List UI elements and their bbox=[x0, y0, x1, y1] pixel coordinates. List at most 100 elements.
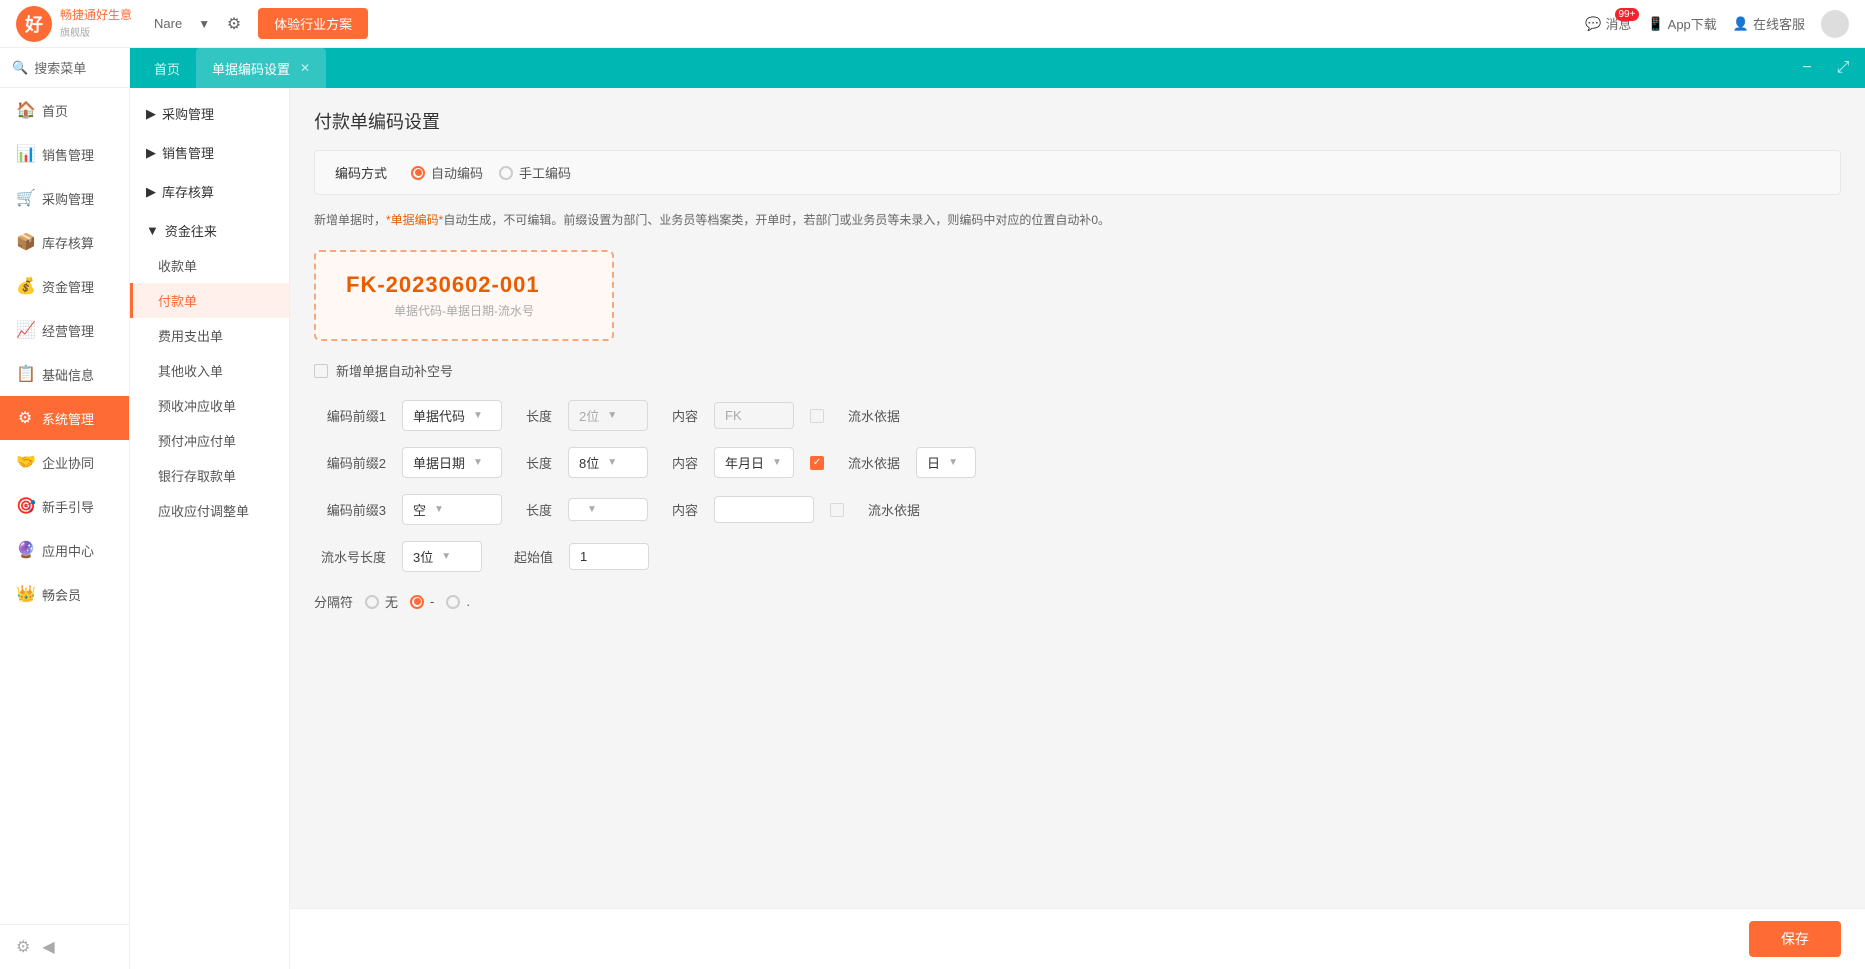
auto-fill-row: 新增单据自动补空号 bbox=[314, 361, 1841, 380]
guide-icon: 🎯 bbox=[16, 496, 34, 516]
online-service-button[interactable]: 👤 在线客服 bbox=[1733, 14, 1805, 33]
tab-expand-icon[interactable]: ⤢ bbox=[1829, 54, 1857, 82]
trial-button[interactable]: 体验行业方案 bbox=[258, 8, 368, 39]
sep-dot-radio[interactable]: . bbox=[446, 594, 470, 609]
prefix1-watermark-checkbox[interactable] bbox=[810, 409, 824, 423]
settings-bottom-icon[interactable]: ⚙ bbox=[16, 937, 30, 957]
prefix2-length-value: 8位 bbox=[579, 453, 599, 472]
sidebar-item-app-center[interactable]: 🔮 应用中心 bbox=[0, 528, 129, 572]
system-icon: ⚙ bbox=[16, 408, 34, 428]
prefix2-content-select[interactable]: 年月日 ▼ bbox=[714, 447, 794, 478]
user-avatar[interactable] bbox=[1821, 10, 1849, 38]
prefix3-arrow: ▼ bbox=[434, 504, 444, 515]
serial-length-value: 3位 bbox=[413, 547, 433, 566]
auto-fill-label: 新增单据自动补空号 bbox=[336, 361, 453, 380]
prefix2-period-value: 日 bbox=[927, 453, 940, 472]
prefix3-content-label: 内容 bbox=[672, 500, 698, 519]
sec-item-payment[interactable]: 付款单 bbox=[130, 283, 289, 318]
settings-icon[interactable]: ⚙ bbox=[218, 8, 250, 40]
sidebar-search[interactable]: 🔍 搜索菜单 bbox=[0, 48, 129, 88]
auto-encoding-radio[interactable]: 自动编码 bbox=[411, 163, 483, 182]
sec-group-inventory-title[interactable]: ▶ 库存核算 bbox=[130, 174, 289, 209]
prefix3-content-input[interactable] bbox=[714, 496, 814, 523]
sidebar-item-inventory[interactable]: 📦 库存核算 bbox=[0, 220, 129, 264]
serial-start-input[interactable] bbox=[569, 543, 649, 570]
company-name[interactable]: Nare bbox=[146, 16, 190, 31]
manual-encoding-dot bbox=[499, 166, 513, 180]
prefix2-label: 编码前缀2 bbox=[314, 453, 386, 472]
prefix1-select[interactable]: 单据代码 ▼ bbox=[402, 400, 502, 431]
logo-area: 好 畅捷通好生意 旗舰版 bbox=[16, 6, 146, 42]
sec-group-purchase-title[interactable]: ▶ 采购管理 bbox=[130, 96, 289, 131]
prefix1-length-select[interactable]: 2位 ▼ bbox=[568, 400, 648, 431]
sec-item-receipt[interactable]: 收款单 bbox=[130, 248, 289, 283]
sec-item-ap-adjust[interactable]: 应收应付调整单 bbox=[130, 493, 289, 528]
sidebar-item-basic[interactable]: 📋 基础信息 bbox=[0, 352, 129, 396]
code-preview-sub: 单据代码-单据日期-流水号 bbox=[346, 302, 582, 319]
sep-none-dot bbox=[365, 595, 379, 609]
sec-group-purchase: ▶ 采购管理 bbox=[130, 96, 289, 131]
company-dropdown[interactable]: ▼ bbox=[198, 17, 210, 31]
manual-encoding-label: 手工编码 bbox=[519, 163, 571, 182]
sidebar-item-operations[interactable]: 📈 经营管理 bbox=[0, 308, 129, 352]
prefix2-select[interactable]: 单据日期 ▼ bbox=[402, 447, 502, 478]
prefix1-content-label: 内容 bbox=[672, 406, 698, 425]
prefix2-arrow: ▼ bbox=[473, 457, 483, 468]
prefix2-row: 编码前缀2 单据日期 ▼ 长度 8位 ▼ 内容 年月日 bbox=[314, 447, 1841, 478]
sidebar-item-finance[interactable]: 💰 资金管理 bbox=[0, 264, 129, 308]
sidebar-item-member[interactable]: 👑 畅会员 bbox=[0, 572, 129, 616]
sec-group-inventory: ▶ 库存核算 bbox=[130, 174, 289, 209]
sec-item-other-income[interactable]: 其他收入单 bbox=[130, 353, 289, 388]
auto-fill-checkbox[interactable] bbox=[314, 364, 328, 378]
serial-length-select[interactable]: 3位 ▼ bbox=[402, 541, 482, 572]
sep-none-label: 无 bbox=[385, 592, 398, 611]
prefix2-length-select[interactable]: 8位 ▼ bbox=[568, 447, 648, 478]
sec-group-sales-title[interactable]: ▶ 销售管理 bbox=[130, 135, 289, 170]
sep-dash-radio[interactable]: - bbox=[410, 594, 434, 609]
prefix2-watermark-checkbox[interactable]: ✓ bbox=[810, 456, 824, 470]
prefix1-value: 单据代码 bbox=[413, 406, 465, 425]
sales-icon: 📊 bbox=[16, 144, 34, 164]
tab-close-icon[interactable]: ✕ bbox=[300, 61, 310, 75]
sidebar-item-enterprise[interactable]: 🤝 企业协同 bbox=[0, 440, 129, 484]
left-sidebar: 🔍 搜索菜单 🏠 首页 📊 销售管理 🛒 采购管理 📦 库存核算 💰 资金管理 … bbox=[0, 48, 130, 969]
app-download-button[interactable]: 📱 App下载 bbox=[1647, 14, 1716, 33]
tab-home[interactable]: 首页 bbox=[138, 48, 196, 88]
save-button[interactable]: 保存 bbox=[1749, 921, 1841, 957]
sidebar-item-purchase[interactable]: 🛒 采购管理 bbox=[0, 176, 129, 220]
manual-encoding-radio[interactable]: 手工编码 bbox=[499, 163, 571, 182]
prefix3-watermark-label: 流水依据 bbox=[868, 500, 920, 519]
purchase-icon: 🛒 bbox=[16, 188, 34, 208]
message-button[interactable]: 💬 消息 99+ bbox=[1585, 14, 1631, 33]
sidebar-item-sales[interactable]: 📊 销售管理 bbox=[0, 132, 129, 176]
sec-group-capital-title[interactable]: ▼ 资金往来 bbox=[130, 213, 289, 248]
prefix2-length-arrow: ▼ bbox=[607, 457, 617, 468]
prefix3-length-select[interactable]: ▼ bbox=[568, 498, 648, 521]
sidebar-bottom: ⚙ ◀ bbox=[0, 924, 129, 969]
tab-minimize-icon[interactable]: − bbox=[1793, 54, 1821, 82]
prefix2-period-select[interactable]: 日 ▼ bbox=[916, 447, 976, 478]
sec-item-bank-deposit[interactable]: 银行存取款单 bbox=[130, 458, 289, 493]
sec-item-prepay-payable[interactable]: 预付冲应付单 bbox=[130, 423, 289, 458]
prefix1-row: 编码前缀1 单据代码 ▼ 长度 2位 ▼ 内容 流水依据 bbox=[314, 400, 1841, 431]
message-badge: 99+ bbox=[1615, 8, 1640, 21]
prefix1-content-input[interactable] bbox=[714, 402, 794, 429]
sidebar-item-home[interactable]: 🏠 首页 bbox=[0, 88, 129, 132]
sec-item-expense[interactable]: 费用支出单 bbox=[130, 318, 289, 353]
sidebar-item-system[interactable]: ⚙ 系统管理 bbox=[0, 396, 129, 440]
code-preview-box: FK-20230602-001 单据代码-单据日期-流水号 bbox=[314, 250, 614, 341]
sidebar-item-guide[interactable]: 🎯 新手引导 bbox=[0, 484, 129, 528]
main-content: 付款单编码设置 编码方式 自动编码 手工编码 bbox=[290, 88, 1865, 908]
operations-icon: 📈 bbox=[16, 320, 34, 340]
prefix1-watermark-label: 流水依据 bbox=[848, 406, 900, 425]
secondary-sidebar: ▶ 采购管理 ▶ 销售管理 ▶ 库存核算 bbox=[130, 88, 290, 969]
sep-dot-label: . bbox=[466, 594, 470, 609]
sec-item-prepay-receivable[interactable]: 预收冲应收单 bbox=[130, 388, 289, 423]
prefix3-select[interactable]: 空 ▼ bbox=[402, 494, 502, 525]
collapse-icon[interactable]: ◀ bbox=[42, 937, 54, 957]
tab-encoding-settings[interactable]: 单据编码设置 ✕ bbox=[196, 48, 326, 88]
sidebar-label-enterprise: 企业协同 bbox=[42, 453, 94, 472]
member-icon: 👑 bbox=[16, 584, 34, 604]
sep-none-radio[interactable]: 无 bbox=[365, 592, 398, 611]
prefix3-watermark-checkbox[interactable] bbox=[830, 503, 844, 517]
